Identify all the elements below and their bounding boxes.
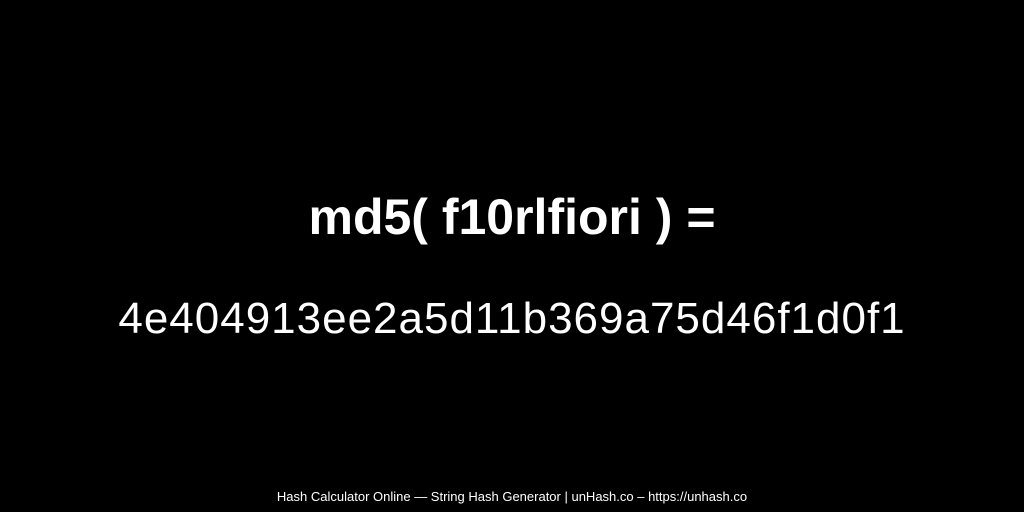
hash-expression: md5( f10rlfiori ) =	[308, 188, 715, 246]
footer-text: Hash Calculator Online — String Hash Gen…	[0, 489, 1024, 504]
main-content: md5( f10rlfiori ) = 4e404913ee2a5d11b369…	[118, 188, 905, 344]
hash-result: 4e404913ee2a5d11b369a75d46f1d0f1	[118, 294, 905, 344]
